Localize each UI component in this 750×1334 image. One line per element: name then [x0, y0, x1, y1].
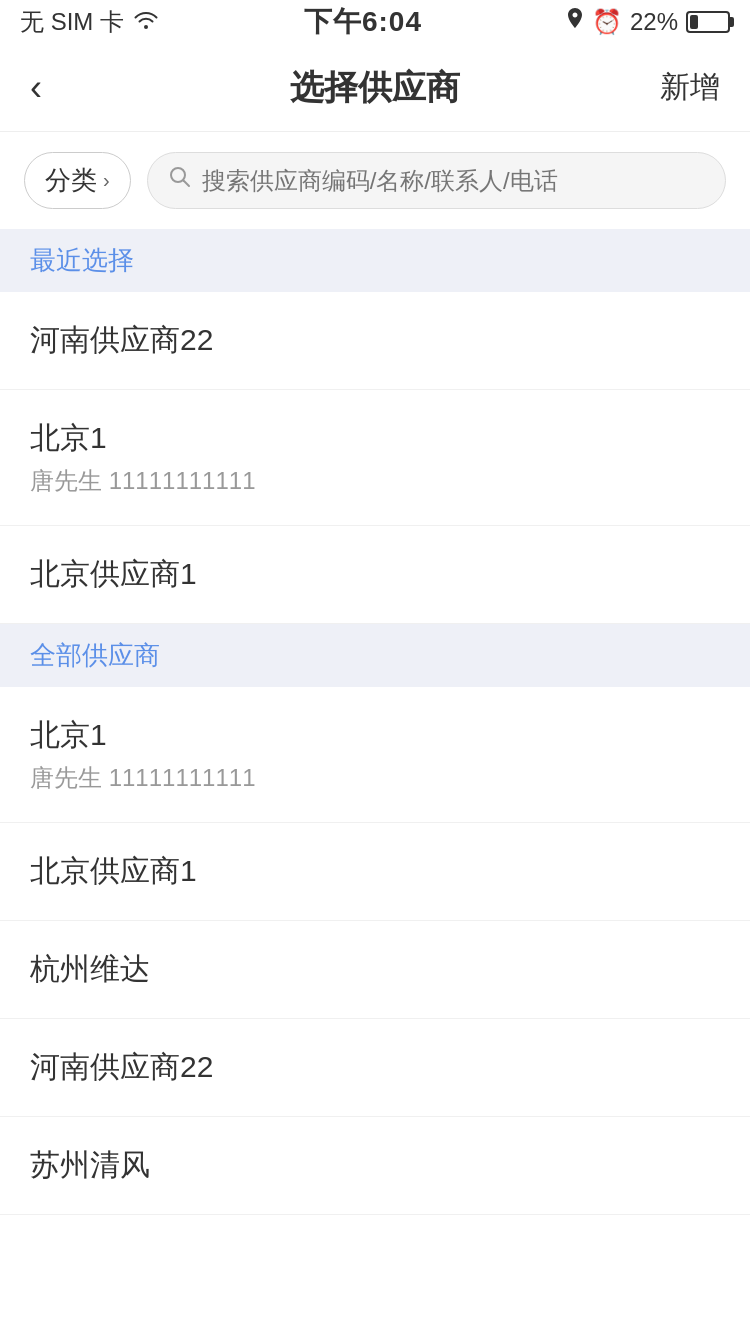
all-items-list: 北京1 唐先生 11111111111 北京供应商1 杭州维达 河南供应商22 …	[0, 687, 750, 1215]
item-sub: 唐先生 11111111111	[30, 762, 720, 794]
item-name: 河南供应商22	[30, 1047, 720, 1088]
status-time: 下午6:04	[304, 3, 422, 41]
item-name: 北京1	[30, 715, 720, 756]
list-item[interactable]: 北京供应商1	[0, 526, 750, 624]
add-button[interactable]: 新增	[660, 67, 720, 108]
search-input[interactable]	[202, 167, 705, 195]
list-item[interactable]: 苏州清风	[0, 1117, 750, 1215]
list-item[interactable]: 河南供应商22	[0, 1019, 750, 1117]
status-bar: 无 SIM 卡 下午6:04 ⏰ 22%	[0, 0, 750, 44]
list-item[interactable]: 北京1 唐先生 11111111111	[0, 390, 750, 526]
list-item[interactable]: 北京1 唐先生 11111111111	[0, 687, 750, 823]
status-right: ⏰ 22%	[566, 8, 730, 36]
back-button[interactable]: ‹	[30, 67, 90, 109]
category-button[interactable]: 分类 ›	[24, 152, 131, 209]
search-icon	[168, 165, 192, 196]
sim-label: 无 SIM 卡	[20, 6, 124, 38]
item-name: 北京供应商1	[30, 554, 720, 595]
item-name: 北京1	[30, 418, 720, 459]
list-item[interactable]: 河南供应商22	[0, 292, 750, 390]
battery-icon	[686, 11, 730, 33]
category-label: 分类	[45, 163, 97, 198]
alarm-icon: ⏰	[592, 8, 622, 36]
page-title: 选择供应商	[290, 65, 460, 111]
nav-bar: ‹ 选择供应商 新增	[0, 44, 750, 132]
item-name: 河南供应商22	[30, 320, 720, 361]
wifi-icon	[132, 8, 160, 36]
recent-section-label: 最近选择	[30, 245, 134, 275]
location-icon	[566, 8, 584, 36]
all-section-header: 全部供应商	[0, 624, 750, 687]
battery-pct: 22%	[630, 8, 678, 36]
chevron-right-icon: ›	[103, 169, 110, 192]
status-left: 无 SIM 卡	[20, 6, 160, 38]
item-sub: 唐先生 11111111111	[30, 465, 720, 497]
item-name: 杭州维达	[30, 949, 720, 990]
item-name: 北京供应商1	[30, 851, 720, 892]
recent-items-list: 河南供应商22 北京1 唐先生 11111111111 北京供应商1	[0, 292, 750, 624]
filter-bar: 分类 ›	[0, 132, 750, 229]
all-section-label: 全部供应商	[30, 640, 160, 670]
list-item[interactable]: 杭州维达	[0, 921, 750, 1019]
recent-section-header: 最近选择	[0, 229, 750, 292]
search-box	[147, 152, 726, 209]
list-item[interactable]: 北京供应商1	[0, 823, 750, 921]
item-name: 苏州清风	[30, 1145, 720, 1186]
